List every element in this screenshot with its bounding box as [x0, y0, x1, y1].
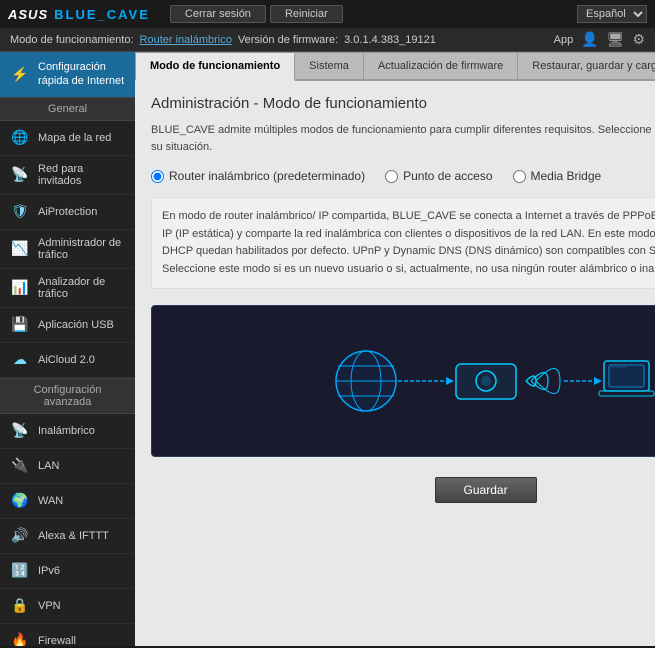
sidebar-item-alexa[interactable]: Alexa & IFTTT: [0, 519, 135, 554]
top-bar: ASUS BLUE_CAVE Cerrar sesión Reiniciar E…: [0, 0, 655, 28]
radio-mb-label: Media Bridge: [531, 169, 602, 183]
sidebar-item-invitados[interactable]: Red para invitados: [0, 156, 135, 195]
sidebar-item-label: Inalámbrico: [38, 425, 95, 437]
diagram-svg: [316, 326, 655, 436]
sidebar: ⚡ Configuración rápida de Internet Gener…: [0, 52, 135, 646]
sidebar-item-aicloud[interactable]: AiCloud 2.0: [0, 343, 135, 378]
sidebar-item-firewall[interactable]: Firewall: [0, 624, 135, 646]
sidebar-item-ipv6[interactable]: IPv6: [0, 554, 135, 589]
save-button-area: Guardar: [151, 477, 655, 503]
sidebar-item-label: Red para invitados: [38, 163, 125, 187]
wan-icon: [10, 491, 30, 511]
radio-options: Router inalámbrico (predeterminado) Punt…: [151, 169, 655, 183]
mode-label: Modo de funcionamiento:: [10, 34, 134, 46]
network-icon[interactable]: 🖥: [607, 31, 625, 48]
sidebar-item-label: Alexa & IFTTT: [38, 530, 109, 542]
top-bar-right: Español English: [577, 5, 647, 23]
main-layout: ⚡ Configuración rápida de Internet Gener…: [0, 52, 655, 646]
globe-icon: [10, 128, 30, 148]
router-type-link[interactable]: Router inalámbrico: [140, 34, 232, 46]
content-area: Modo de funcionamiento Sistema Actualiza…: [135, 52, 655, 646]
user-icon[interactable]: 👤: [581, 31, 598, 48]
sidebar-item-label: AiProtection: [38, 206, 97, 218]
sidebar-item-usb[interactable]: Aplicación USB: [0, 308, 135, 343]
page-description: BLUE_CAVE admite múltiples modos de func…: [151, 122, 655, 155]
firewall-icon: [10, 631, 30, 646]
chart-icon: [10, 278, 30, 298]
tab-actualizacion[interactable]: Actualización de firmware: [364, 52, 518, 79]
top-bar-buttons: Cerrar sesión Reiniciar: [170, 5, 343, 23]
sidebar-item-label: Mapa de la red: [38, 132, 111, 144]
radio-router-label: Router inalámbrico (predeterminado): [169, 169, 365, 183]
sidebar-item-label: IPv6: [38, 565, 60, 577]
radio-mb-input[interactable]: [513, 170, 526, 183]
cloud-icon: [10, 350, 30, 370]
shield-icon: [10, 202, 30, 222]
ipv6-icon: [10, 561, 30, 581]
sidebar-general-title: General: [0, 97, 135, 121]
logo-area: ASUS BLUE_CAVE: [8, 7, 150, 22]
sidebar-item-label: VPN: [38, 600, 61, 612]
tab-restaurar[interactable]: Restaurar, guardar y cargar configuració…: [518, 52, 655, 79]
traffic-icon: [10, 239, 30, 259]
page-title: Administración - Modo de funcionamiento: [151, 95, 655, 112]
wifi2-icon: [10, 421, 30, 441]
network-diagram: [151, 305, 655, 457]
sidebar-quick-label: Configuración rápida de Internet: [38, 60, 125, 89]
sidebar-item-vpn[interactable]: VPN: [0, 589, 135, 624]
usb-icon: [10, 315, 30, 335]
firmware-version: 3.0.1.4.383_19121: [344, 34, 436, 46]
sidebar-item-label: Administrador de tráfico: [38, 237, 125, 261]
info-bar-right: App 👤 🖥 ⚙: [554, 31, 645, 48]
wifi-icon: [10, 165, 30, 185]
asus-logo: ASUS: [8, 7, 48, 22]
radio-router-input[interactable]: [151, 170, 164, 183]
sidebar-advanced-title: Configuración avanzada: [0, 378, 135, 414]
radio-access-point[interactable]: Punto de acceso: [385, 169, 492, 183]
router-name: BLUE_CAVE: [54, 7, 150, 22]
settings-icon[interactable]: ⚙: [632, 31, 645, 48]
sidebar-item-label: LAN: [38, 460, 59, 472]
quick-config-icon: ⚡: [10, 64, 30, 84]
sidebar-quick-section: ⚡ Configuración rápida de Internet: [0, 52, 135, 97]
language-select[interactable]: Español English: [577, 5, 647, 23]
sidebar-item-label: Firewall: [38, 635, 76, 646]
sidebar-item-inalambrico[interactable]: Inalámbrico: [0, 414, 135, 449]
sidebar-item-analizador[interactable]: Analizador de tráfico: [0, 269, 135, 308]
info-bar: Modo de funcionamiento: Router inalámbri…: [0, 28, 655, 52]
mode-description: En modo de router inalámbrico/ IP compar…: [151, 197, 655, 289]
sidebar-item-quick-config[interactable]: ⚡ Configuración rápida de Internet: [0, 52, 135, 97]
radio-ap-label: Punto de acceso: [403, 169, 492, 183]
radio-ap-input[interactable]: [385, 170, 398, 183]
sidebar-item-label: Aplicación USB: [38, 319, 114, 331]
reboot-button[interactable]: Reiniciar: [270, 5, 343, 23]
tab-sistema[interactable]: Sistema: [295, 52, 364, 79]
sidebar-item-label: AiCloud 2.0: [38, 354, 95, 366]
save-button[interactable]: Guardar: [435, 477, 537, 503]
logout-button[interactable]: Cerrar sesión: [170, 5, 266, 23]
firmware-label: Versión de firmware:: [238, 34, 338, 46]
sidebar-item-aiprotection[interactable]: AiProtection: [0, 195, 135, 230]
sidebar-item-admin-traffic[interactable]: Administrador de tráfico: [0, 230, 135, 269]
radio-router[interactable]: Router inalámbrico (predeterminado): [151, 169, 365, 183]
sidebar-item-mapa[interactable]: Mapa de la red: [0, 121, 135, 156]
page-content: Administración - Modo de funcionamiento …: [135, 81, 655, 646]
tab-bar: Modo de funcionamiento Sistema Actualiza…: [135, 52, 655, 81]
sidebar-item-lan[interactable]: LAN: [0, 449, 135, 484]
sidebar-item-label: WAN: [38, 495, 63, 507]
lan-icon: [10, 456, 30, 476]
radio-media-bridge[interactable]: Media Bridge: [513, 169, 602, 183]
app-label: App: [554, 34, 574, 46]
tab-modo[interactable]: Modo de funcionamiento: [135, 52, 295, 81]
vpn-icon: [10, 596, 30, 616]
sidebar-item-label: Analizador de tráfico: [38, 276, 125, 300]
alexa-icon: [10, 526, 30, 546]
sidebar-item-wan[interactable]: WAN: [0, 484, 135, 519]
